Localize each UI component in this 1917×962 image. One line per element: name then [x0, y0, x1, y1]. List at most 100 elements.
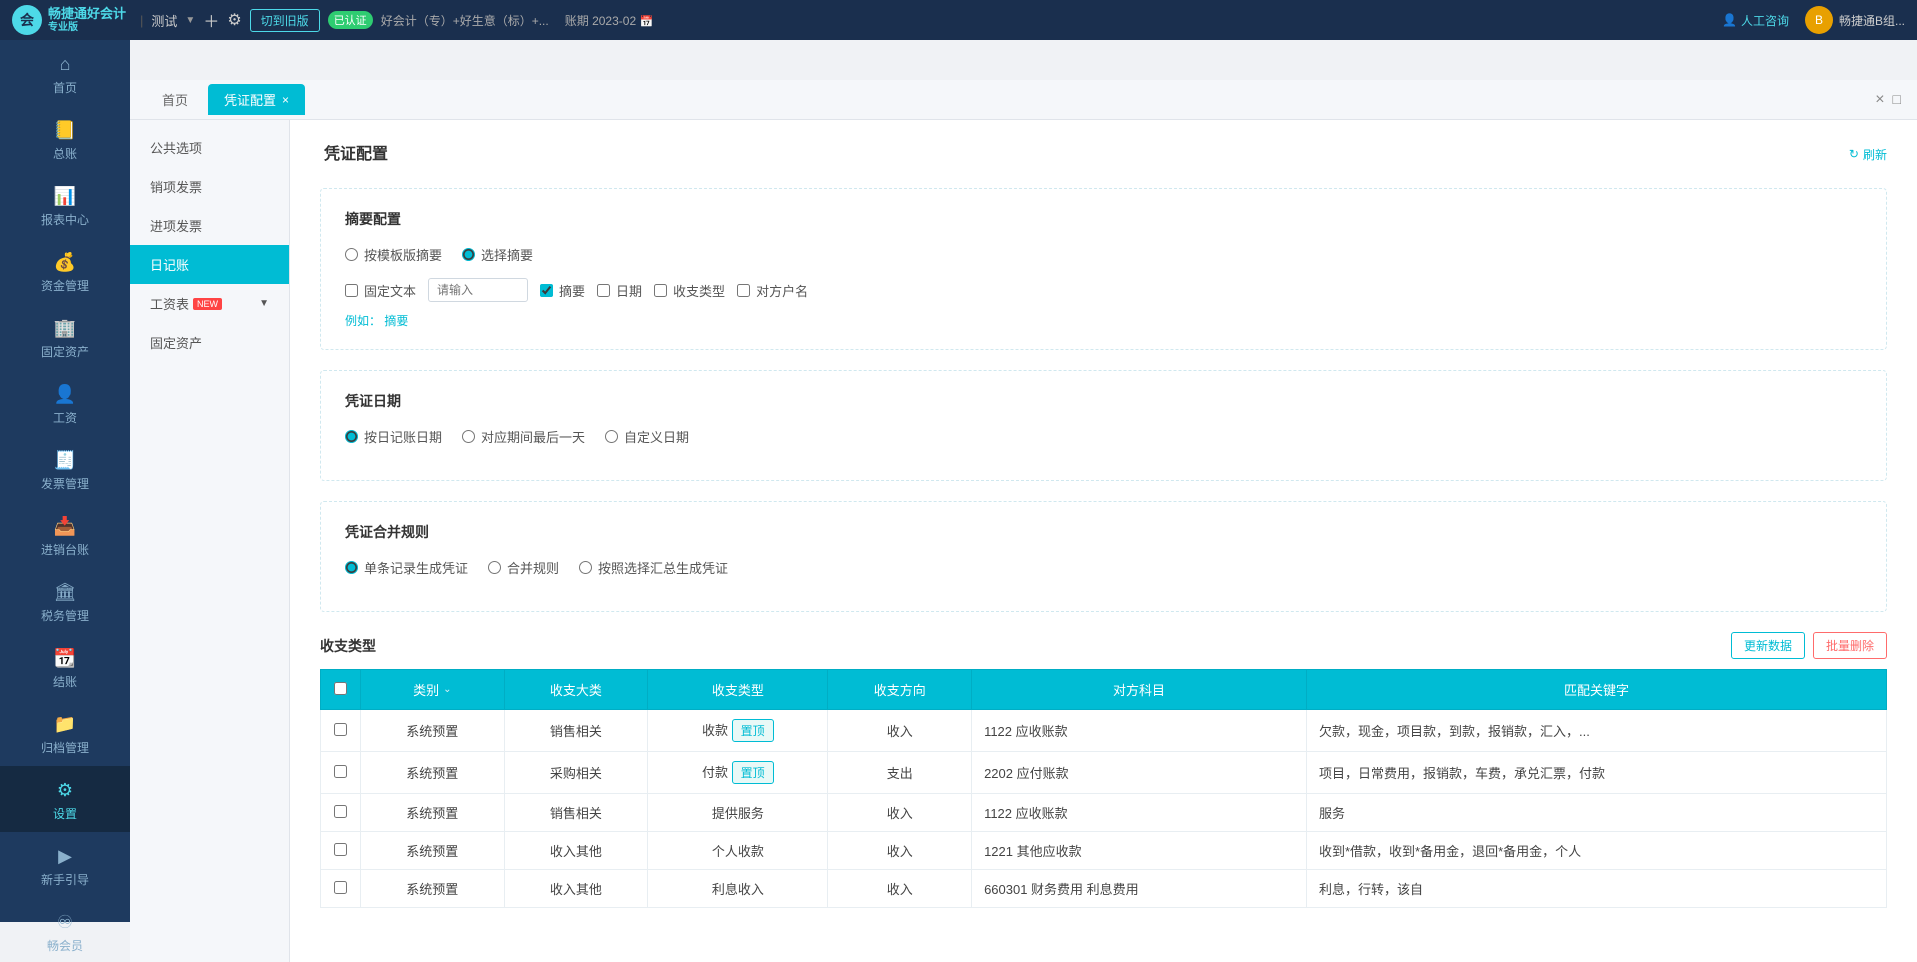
- ledger-icon: 📒: [54, 120, 76, 141]
- sidebar-item-funds[interactable]: 💰 资金管理: [0, 238, 130, 304]
- inner-sidebar-item-public[interactable]: 公共选项: [130, 128, 289, 167]
- company-name: 测试: [151, 11, 177, 30]
- table-row: 系统预置 销售相关 收款 置顶 收入 1122 应收账款 欠款，现金，项目款，到…: [321, 710, 1887, 752]
- sidebar-item-tax[interactable]: 🏛 税务管理: [0, 568, 130, 634]
- config-main: 凭证配置 ↻ 刷新 摘要配置 按模板版摘要 选择摘要: [290, 120, 1917, 962]
- assets-icon: 🏢: [54, 318, 76, 339]
- inner-sidebar-item-purchase-invoice[interactable]: 进项发票: [130, 206, 289, 245]
- sidebar-label-tax: 税务管理: [41, 607, 89, 624]
- radio-template-summary[interactable]: 按模板版摘要: [345, 245, 442, 264]
- sidebar-item-guide[interactable]: ▶ 新手引导: [0, 832, 130, 898]
- sidebar-item-home[interactable]: ⌂ 首页: [0, 40, 130, 106]
- row4-major-type: 收入其他: [504, 832, 648, 870]
- period-label: 账期 2023-02 📅: [565, 12, 653, 29]
- th-major-type: 收支大类: [504, 670, 648, 710]
- avatar: B: [1805, 6, 1833, 34]
- th-direction: 收支方向: [828, 670, 972, 710]
- checkbox-counterparty[interactable]: 对方户名: [737, 281, 808, 300]
- row2-checkbox[interactable]: [321, 752, 361, 794]
- tab-close-icon[interactable]: ×: [282, 93, 289, 107]
- sort-icon: ⌄: [443, 684, 451, 695]
- window-close-icon[interactable]: ×: [1875, 91, 1884, 109]
- window-maximize-icon[interactable]: □: [1893, 91, 1901, 109]
- refresh-button[interactable]: ↻ 刷新: [1849, 146, 1887, 163]
- app-sub: 专业版: [48, 22, 126, 34]
- sidebar-item-settings[interactable]: ⚙ 设置: [0, 766, 130, 832]
- radio-merge-rules[interactable]: 合并规则: [488, 558, 559, 577]
- purchase-icon: 📥: [54, 516, 76, 537]
- add-button[interactable]: ＋: [203, 8, 219, 32]
- select-all-checkbox[interactable]: [334, 682, 347, 695]
- batch-delete-button[interactable]: 批量删除: [1813, 632, 1887, 659]
- row1-major-type: 销售相关: [504, 710, 648, 752]
- row2-top-tag-button[interactable]: 置顶: [732, 761, 774, 784]
- sidebar-item-ledger[interactable]: 📒 总账: [0, 106, 130, 172]
- row2-category: 系统预置: [361, 752, 505, 794]
- inner-sidebar-item-journal[interactable]: 日记账: [130, 245, 289, 284]
- support-icon: 👤: [1722, 13, 1737, 27]
- radio-single-record[interactable]: 单条记录生成凭证: [345, 558, 468, 577]
- content-area: 公共选项 销项发票 进项发票 日记账 工资表 NEW ▼ 固定资产: [130, 120, 1917, 962]
- row3-keywords: 服务: [1306, 794, 1886, 832]
- company-dropdown-icon[interactable]: ▼: [185, 15, 195, 26]
- sidebar-item-assets[interactable]: 🏢 固定资产: [0, 304, 130, 370]
- app-logo: 会 畅捷通好会计 专业版: [12, 5, 132, 35]
- checkbox-date[interactable]: 日期: [597, 281, 642, 300]
- preview-example: 例如： 摘要: [345, 312, 1862, 329]
- fixed-text-input[interactable]: [428, 278, 528, 302]
- main-sidebar: ⌂ 首页 📒 总账 📊 报表中心 💰 资金管理 🏢 固定资产 👤 工资 🧾 发票…: [0, 40, 130, 922]
- row2-subject: 2202 应付账款: [972, 752, 1307, 794]
- sidebar-item-reports[interactable]: 📊 报表中心: [0, 172, 130, 238]
- sidebar-label-guide: 新手引导: [41, 871, 89, 888]
- top-navigation: 会 畅捷通好会计 专业版 | 测试 ▼ ＋ ⚙ 切到旧版 已认证 好会计（专）+…: [0, 0, 1917, 40]
- product-tags: 好会计（专）+好生意（标）+...: [381, 12, 549, 29]
- home-icon: ⌂: [60, 54, 71, 75]
- switch-version-button[interactable]: 切到旧版: [250, 9, 320, 32]
- sidebar-item-invoices[interactable]: 🧾 发票管理: [0, 436, 130, 502]
- inner-sidebar-item-sales-invoice[interactable]: 销项发票: [130, 167, 289, 206]
- radio-period-last[interactable]: 对应期间最后一天: [462, 427, 585, 446]
- row4-subject: 1221 其他应收款: [972, 832, 1307, 870]
- checkbox-fixed-text[interactable]: 固定文本: [345, 281, 416, 300]
- sidebar-item-close[interactable]: 📆 结账: [0, 634, 130, 700]
- row2-major-type: 采购相关: [504, 752, 648, 794]
- settings-gear-icon[interactable]: ⚙: [227, 10, 241, 30]
- table-row: 系统预置 采购相关 付款 置顶 支出 2202 应付账款 项目，日常费用，报销款…: [321, 752, 1887, 794]
- row5-category: 系统预置: [361, 870, 505, 908]
- tab-home[interactable]: 首页: [146, 84, 204, 115]
- radio-journal-date[interactable]: 按日记账日期: [345, 427, 442, 446]
- tab-voucher-config[interactable]: 凭证配置 ×: [208, 84, 305, 115]
- row1-checkbox[interactable]: [321, 710, 361, 752]
- radio-select-summary[interactable]: 选择摘要: [462, 245, 533, 264]
- row3-checkbox[interactable]: [321, 794, 361, 832]
- table-header-row: 类别 ⌄ 收支大类 收支类型 收支方向 对方科目 匹配关键字: [321, 670, 1887, 710]
- sidebar-item-archive[interactable]: 📁 归档管理: [0, 700, 130, 766]
- sidebar-item-purchase[interactable]: 📥 进销台账: [0, 502, 130, 568]
- checkbox-summary[interactable]: 摘要: [540, 281, 585, 300]
- support-button[interactable]: 👤 人工咨询: [1722, 12, 1789, 29]
- summary-radio-group: 按模板版摘要 选择摘要: [345, 245, 1862, 264]
- radio-custom-date[interactable]: 自定义日期: [605, 427, 689, 446]
- row2-keywords: 项目，日常费用，报销款，车费，承兑汇票，付款: [1306, 752, 1886, 794]
- sidebar-item-payroll[interactable]: 👤 工资: [0, 370, 130, 436]
- date-section-title: 凭证日期: [345, 391, 1862, 411]
- radio-summary-gen[interactable]: 按照选择汇总生成凭证: [579, 558, 728, 577]
- update-data-button[interactable]: 更新数据: [1731, 632, 1805, 659]
- row4-checkbox[interactable]: [321, 832, 361, 870]
- inner-sidebar-item-fixed-assets[interactable]: 固定资产: [130, 323, 289, 362]
- sidebar-label-close: 结账: [53, 673, 77, 690]
- funds-icon: 💰: [54, 252, 76, 273]
- row5-checkbox[interactable]: [321, 870, 361, 908]
- table-row: 系统预置 销售相关 提供服务 收入 1122 应收账款 服务: [321, 794, 1887, 832]
- row3-major-type: 销售相关: [504, 794, 648, 832]
- row4-category: 系统预置: [361, 832, 505, 870]
- reports-icon: 📊: [54, 186, 76, 207]
- user-name: 畅捷通B组...: [1839, 12, 1905, 29]
- inner-sidebar-item-payroll-table[interactable]: 工资表 NEW ▼: [130, 284, 289, 323]
- tab-bar: 首页 凭证配置 × × □: [130, 80, 1917, 120]
- row1-top-tag-button[interactable]: 置顶: [732, 719, 774, 742]
- checkbox-type[interactable]: 收支类型: [654, 281, 725, 300]
- page-title: 凭证配置: [320, 140, 388, 164]
- inner-sidebar: 公共选项 销项发票 进项发票 日记账 工资表 NEW ▼ 固定资产: [130, 120, 290, 962]
- top-right-actions: 👤 人工咨询 B 畅捷通B组...: [1722, 6, 1905, 34]
